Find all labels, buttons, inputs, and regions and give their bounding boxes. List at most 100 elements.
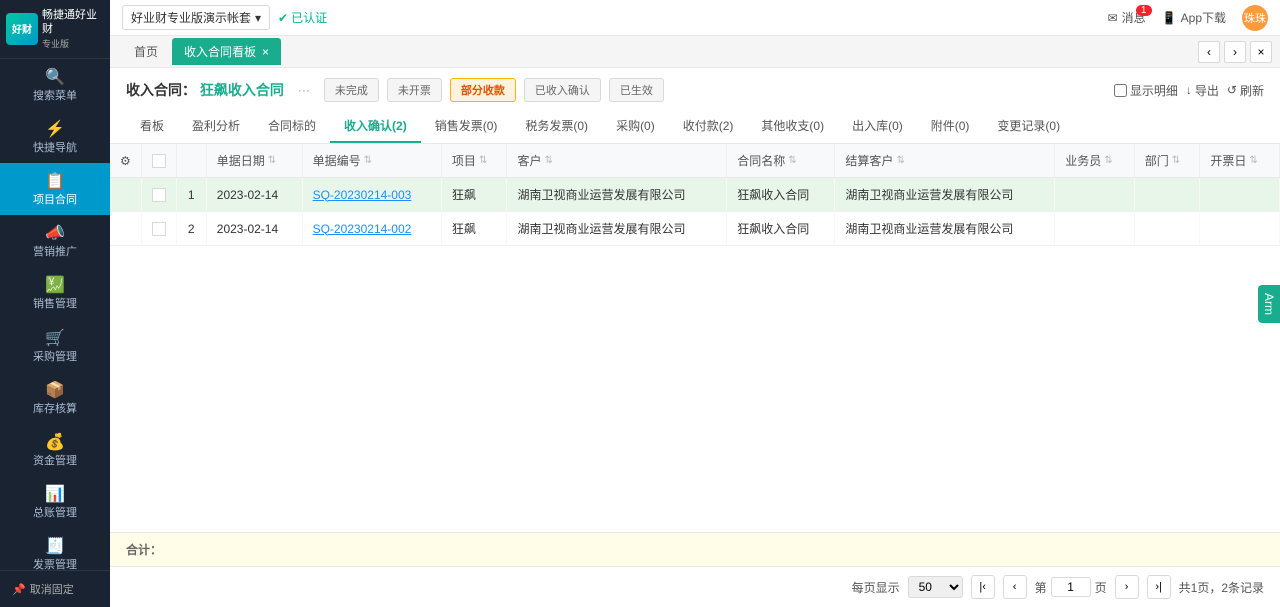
next-page-button[interactable]: › xyxy=(1115,575,1139,599)
row-settle-customer: 湖南卫视商业运营发展有限公司 xyxy=(835,212,1055,246)
row-num: 2 xyxy=(176,212,206,246)
last-page-button[interactable]: ›| xyxy=(1147,575,1171,599)
quicknav-icon: ⚡ xyxy=(45,119,65,139)
message-button[interactable]: ✉ 消息 1 xyxy=(1108,9,1146,26)
dropdown-icon: ▾ xyxy=(255,11,261,25)
refresh-button[interactable]: ↺ 刷新 xyxy=(1227,82,1264,99)
tab-next-button[interactable]: › xyxy=(1224,41,1246,63)
active-tab[interactable]: 收入合同看板 × xyxy=(172,38,281,65)
logo-text: 畅捷通好业财 专业版 xyxy=(42,8,104,50)
tab-prev-button[interactable]: ‹ xyxy=(1198,41,1220,63)
subtab-inout[interactable]: 出入库(0) xyxy=(838,110,917,143)
unpin-label: 取消固定 xyxy=(30,581,74,597)
sort-icon: ⇅ xyxy=(1249,155,1257,166)
first-page-button[interactable]: |‹ xyxy=(971,575,995,599)
topbar-right: ✉ 消息 1 📱 App下载 珠珠 xyxy=(1108,5,1268,31)
status-partial-button[interactable]: 部分收款 xyxy=(450,78,516,102)
sidebar-item-quicknav[interactable]: ⚡ 快捷导航 xyxy=(0,111,110,163)
subtab-purchase[interactable]: 采购(0) xyxy=(602,110,669,143)
sort-icon: ⇅ xyxy=(544,155,552,166)
row-checkbox-cell[interactable] xyxy=(141,178,176,212)
sidebar-item-purchase[interactable]: 🛒 采购管理 xyxy=(0,320,110,372)
show-detail-checkbox[interactable]: 显示明细 xyxy=(1114,82,1178,99)
status-incomplete-button[interactable]: 未完成 xyxy=(324,78,379,102)
sidebar-item-sales[interactable]: 💹 销售管理 xyxy=(0,267,110,319)
table-row[interactable]: 2 2023-02-14 SQ-20230214-002 狂飙 湖南卫视商业运营… xyxy=(110,212,1280,246)
row-date: 2023-02-14 xyxy=(206,212,302,246)
tab-close-button[interactable]: × xyxy=(262,45,269,59)
accounting-icon: 📊 xyxy=(45,484,65,504)
subtab-subject[interactable]: 合同标的 xyxy=(254,110,330,143)
unpin-button[interactable]: 📌 取消固定 xyxy=(8,577,102,601)
status-uninvoiced-button[interactable]: 未开票 xyxy=(387,78,442,102)
app-download-button[interactable]: 📱 App下载 xyxy=(1162,9,1226,26)
status-active-button[interactable]: 已生效 xyxy=(609,78,664,102)
purchase-icon: 🛒 xyxy=(45,328,65,348)
contract-column-header[interactable]: 合同名称⇅ xyxy=(727,144,835,178)
subtab-revenue-confirm[interactable]: 收入确认(2) xyxy=(330,110,421,143)
sidebar-item-marketing[interactable]: 📣 营销推广 xyxy=(0,215,110,267)
row-project: 狂飙 xyxy=(441,212,507,246)
project-column-header[interactable]: 项目⇅ xyxy=(441,144,507,178)
page-number-input[interactable] xyxy=(1051,577,1091,597)
sidebar-item-accounting[interactable]: 📊 总账管理 xyxy=(0,476,110,528)
row-customer: 湖南卫视商业运营发展有限公司 xyxy=(507,178,727,212)
row-num: 1 xyxy=(176,178,206,212)
dept-column-header[interactable]: 部门⇅ xyxy=(1134,144,1200,178)
sidebar-item-invoice[interactable]: 🧾 发票管理 xyxy=(0,528,110,570)
prev-page-button[interactable]: ‹ xyxy=(1003,575,1027,599)
sort-icon: ⇅ xyxy=(788,155,796,166)
company-name: 好业财专业版演示帐套 xyxy=(131,9,251,26)
status-confirmed-button[interactable]: 已收入确认 xyxy=(524,78,601,102)
page-prefix: 第 xyxy=(1035,579,1047,596)
row-dept xyxy=(1134,178,1200,212)
customer-column-header[interactable]: 客户⇅ xyxy=(507,144,727,178)
subtab-payment[interactable]: 收付款(2) xyxy=(669,110,748,143)
row-checkbox[interactable] xyxy=(152,188,166,202)
subtab-profit[interactable]: 盈利分析 xyxy=(178,110,254,143)
topbar: 好业财专业版演示帐套 ▾ ✔ 已认证 ✉ 消息 1 📱 App下载 珠珠 xyxy=(110,0,1280,36)
contracts-icon: 📋 xyxy=(45,171,65,191)
sidebar-nav: 🔍 搜索菜单 ⚡ 快捷导航 📋 项目合同 📣 营销推广 💹 销售管理 🛒 采购管… xyxy=(0,59,110,570)
sidebar-item-contracts[interactable]: 📋 项目合同 xyxy=(0,163,110,215)
subtab-changes[interactable]: 变更记录(0) xyxy=(983,110,1074,143)
sidebar-item-inventory[interactable]: 📦 库存核算 xyxy=(0,372,110,424)
invoicedate-column-header[interactable]: 开票日⇅ xyxy=(1200,144,1280,178)
more-button[interactable]: ··· xyxy=(292,81,316,99)
settings-column-header[interactable]: ⚙ xyxy=(110,144,141,178)
table-row[interactable]: 1 2023-02-14 SQ-20230214-003 狂飙 湖南卫视商业运营… xyxy=(110,178,1280,212)
row-project: 狂飙 xyxy=(441,178,507,212)
orderno-column-header[interactable]: 单据编号⇅ xyxy=(302,144,441,178)
tab-close-all-button[interactable]: × xyxy=(1250,41,1272,63)
subtab-sales-invoice[interactable]: 销售发票(0) xyxy=(421,110,512,143)
subtab-attachments[interactable]: 附件(0) xyxy=(917,110,984,143)
select-all-checkbox[interactable] xyxy=(152,154,166,168)
sort-icon: ⇅ xyxy=(1104,155,1112,166)
sidebar-item-capital[interactable]: 💰 资金管理 xyxy=(0,424,110,476)
row-orderno[interactable]: SQ-20230214-002 xyxy=(302,212,441,246)
row-orderno[interactable]: SQ-20230214-003 xyxy=(302,178,441,212)
row-checkbox[interactable] xyxy=(152,222,166,236)
subtab-kanban[interactable]: 看板 xyxy=(126,110,178,143)
subtab-tax-invoice[interactable]: 税务发票(0) xyxy=(511,110,602,143)
select-all-header[interactable] xyxy=(141,144,176,178)
user-avatar[interactable]: 珠珠 xyxy=(1242,5,1268,31)
subtab-other[interactable]: 其他收支(0) xyxy=(747,110,838,143)
row-date: 2023-02-14 xyxy=(206,178,302,212)
sidebar-item-search[interactable]: 🔍 搜索菜单 xyxy=(0,59,110,111)
settle-customer-column-header[interactable]: 结算客户⇅ xyxy=(835,144,1055,178)
contract-prefix: 收入合同： 狂飙收入合同 xyxy=(126,80,284,100)
sidebar-item-label: 项目合同 xyxy=(33,194,77,207)
logo-icon: 好财 xyxy=(6,13,38,45)
page-info: 第 页 xyxy=(1035,577,1107,597)
float-arm-button[interactable]: Arm xyxy=(1258,285,1280,323)
export-button[interactable]: ↓ 导出 xyxy=(1186,82,1219,99)
row-checkbox-cell[interactable] xyxy=(141,212,176,246)
home-tab[interactable]: 首页 xyxy=(122,37,170,66)
salesperson-column-header[interactable]: 业务员⇅ xyxy=(1055,144,1135,178)
detail-checkbox-input[interactable] xyxy=(1114,84,1127,97)
sort-icon: ⇅ xyxy=(896,155,904,166)
page-size-select[interactable]: 50 100 200 xyxy=(908,576,963,598)
company-selector[interactable]: 好业财专业版演示帐套 ▾ xyxy=(122,5,270,30)
date-column-header[interactable]: 单据日期⇅ xyxy=(206,144,302,178)
